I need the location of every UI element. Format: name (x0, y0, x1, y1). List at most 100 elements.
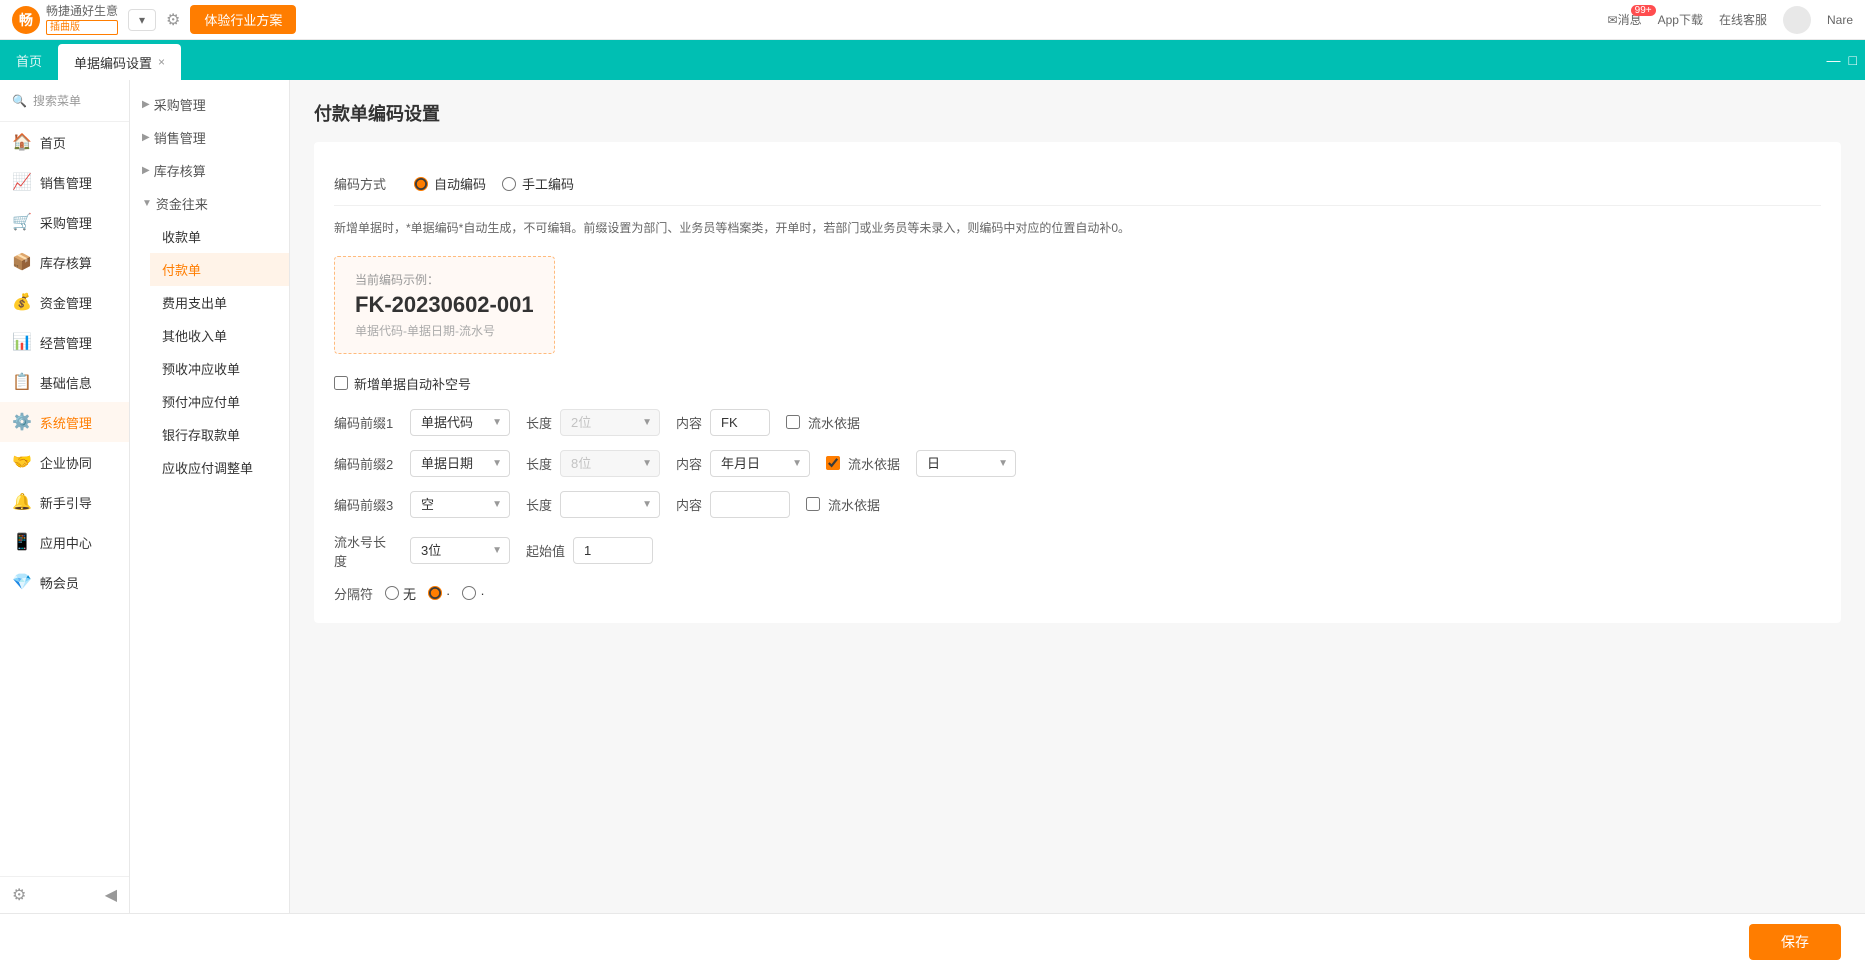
gear-button[interactable]: ⚙ (166, 10, 180, 30)
sidebar-bottom: ⚙ ◀ (0, 876, 129, 913)
sidebar-item-system[interactable]: ⚙️ 系统管理 (0, 402, 129, 442)
minimize-button[interactable]: — (1827, 52, 1841, 68)
tree-item-ap-adjust[interactable]: 应收应付调整单 (150, 451, 289, 484)
prefix3-length-wrap[interactable] (560, 491, 660, 518)
coding-method-row: 编码方式 自动编码 手工编码 (334, 162, 1821, 206)
basic-icon: 📋 (12, 372, 32, 392)
sep-none-radio[interactable] (385, 586, 399, 600)
settings-card: 编码方式 自动编码 手工编码 新增单据时，*单据编码*自动生成，不可编辑。前缀设… (314, 142, 1841, 623)
sidebar-item-apps[interactable]: 📱 应用中心 (0, 522, 129, 562)
content-area: ▶ 采购管理 ▶ 销售管理 ▶ 库存核算 ▼ 资金往来 收款单 付款单 (130, 80, 1865, 913)
tree-arrow-capital: ▼ (142, 198, 152, 209)
auto-code-option[interactable]: 自动编码 (414, 174, 486, 193)
top-bar-left: 畅 畅捷通好生意 插曲版 ▾ ⚙ 体验行业方案 (12, 4, 296, 35)
serial-length-select-wrap[interactable]: 3位 (410, 537, 510, 564)
settings-icon-button[interactable]: ⚙ (12, 885, 26, 905)
manual-code-option[interactable]: 手工编码 (502, 174, 574, 193)
prefix2-length-wrap[interactable]: 8位 (560, 450, 660, 477)
sidebar-item-basic[interactable]: 📋 基础信息 (0, 362, 129, 402)
tree-item-payment[interactable]: 付款单 (150, 253, 289, 286)
prefix2-content-wrap[interactable]: 年月日 (710, 450, 810, 477)
prefix2-content-group: 内容 年月日 (676, 450, 810, 477)
sidebar-item-operations[interactable]: 📊 经营管理 (0, 322, 129, 362)
sidebar-item-enterprise[interactable]: 🤝 企业协同 (0, 442, 129, 482)
prefix2-content-select[interactable]: 年月日 (710, 450, 810, 477)
logo-icon: 畅 (12, 6, 40, 34)
tab-close-icon[interactable]: × (158, 55, 165, 69)
prefix1-select[interactable]: 单据代码 (410, 409, 510, 436)
tree-item-inventory-calc[interactable]: ▶ 库存核算 (130, 154, 289, 187)
collapse-sidebar-button[interactable]: ◀ (105, 885, 117, 905)
prefix2-watermark-checkbox[interactable] (826, 456, 840, 470)
prefix2-unit-wrap[interactable]: 日 (916, 450, 1016, 477)
prefix3-content-input[interactable] (710, 491, 790, 518)
trial-button[interactable]: 体验行业方案 (190, 5, 296, 34)
tree-item-capital-flow[interactable]: ▼ 资金往来 (130, 187, 289, 220)
auto-fill-label: 新增单据自动补空号 (354, 374, 471, 393)
sidebar-item-vip[interactable]: 💎 畅会员 (0, 562, 129, 602)
dropdown-button[interactable]: ▾ (128, 9, 156, 31)
preview-code: FK-20230602-001 (355, 292, 534, 318)
prefix1-length-group: 长度 2位 (526, 409, 660, 436)
prefix3-watermark-checkbox[interactable] (806, 497, 820, 511)
sep-dash-radio[interactable] (462, 586, 476, 600)
prefix3-select[interactable]: 空 (410, 491, 510, 518)
message-badge-wrap[interactable]: ✉ 消息 99+ (1608, 11, 1642, 28)
prefix1-length-select[interactable]: 2位 (560, 409, 660, 436)
tree-item-prepay-receivable[interactable]: 预收冲应收单 (150, 352, 289, 385)
prefix2-select[interactable]: 单据日期 (410, 450, 510, 477)
prefix1-content-group: 内容 (676, 409, 770, 436)
prefix3-length-select[interactable] (560, 491, 660, 518)
tree-item-prepay-payable[interactable]: 预付冲应付单 (150, 385, 289, 418)
prefix2-select-wrap[interactable]: 单据日期 (410, 450, 510, 477)
logo: 畅 畅捷通好生意 插曲版 (12, 4, 118, 35)
prefix3-content-group: 内容 (676, 491, 790, 518)
sep-dash-option[interactable]: · (462, 586, 484, 601)
tab-home[interactable]: 首页 (0, 40, 58, 80)
serial-length-select[interactable]: 3位 (410, 537, 510, 564)
prefix1-watermark-checkbox[interactable] (786, 415, 800, 429)
enterprise-icon: 🤝 (12, 452, 32, 472)
home-icon: 🏠 (12, 132, 32, 152)
prefix2-length-select[interactable]: 8位 (560, 450, 660, 477)
tree-item-expense[interactable]: 费用支出单 (150, 286, 289, 319)
tab-coding-settings[interactable]: 单据编码设置 × (58, 44, 181, 80)
sep-none-option[interactable]: 无 (385, 584, 416, 603)
serial-start-input[interactable] (573, 537, 653, 564)
prefix3-select-wrap[interactable]: 空 (410, 491, 510, 518)
auto-fill-row: 新增单据自动补空号 (334, 374, 1821, 393)
user-avatar[interactable] (1783, 6, 1811, 34)
tree-item-receipt[interactable]: 收款单 (150, 220, 289, 253)
bottom-bar: 保存 (0, 913, 1865, 969)
sidebar-item-purchase[interactable]: 🛒 采购管理 (0, 202, 129, 242)
tree-item-sales-mgmt[interactable]: ▶ 销售管理 (130, 121, 289, 154)
auto-fill-checkbox[interactable] (334, 376, 348, 390)
nav-tabs-right: — □ (1827, 52, 1865, 68)
search-menu-button[interactable]: 🔍 搜索菜单 (8, 88, 85, 113)
save-button[interactable]: 保存 (1749, 924, 1841, 960)
prefix1-length-wrap[interactable]: 2位 (560, 409, 660, 436)
tree-item-purchase-mgmt[interactable]: ▶ 采购管理 (130, 88, 289, 121)
sidebar-item-sales[interactable]: 📈 销售管理 (0, 162, 129, 202)
auto-code-radio[interactable] (414, 177, 428, 191)
system-icon: ⚙️ (12, 412, 32, 432)
manual-code-radio[interactable] (502, 177, 516, 191)
logo-text: 畅捷通好生意 插曲版 (46, 4, 118, 35)
sep-dot-radio[interactable] (428, 586, 442, 600)
prefix1-label: 编码前缀1 (334, 413, 394, 432)
online-service-link[interactable]: 在线客服 (1719, 11, 1767, 28)
prefix1-select-wrap[interactable]: 单据代码 (410, 409, 510, 436)
prefix1-row: 编码前缀1 单据代码 长度 2位 (334, 409, 1821, 436)
prefix1-content-input[interactable] (710, 409, 770, 436)
tree-item-bank-deposit[interactable]: 银行存取款单 (150, 418, 289, 451)
prefix2-unit-select[interactable]: 日 (916, 450, 1016, 477)
expand-button[interactable]: □ (1849, 52, 1857, 68)
sidebar-item-finance[interactable]: 💰 资金管理 (0, 282, 129, 322)
sidebar-item-guide[interactable]: 🔔 新手引导 (0, 482, 129, 522)
coding-method-radio-group: 自动编码 手工编码 (414, 174, 574, 193)
app-download-link[interactable]: App下载 (1658, 11, 1703, 28)
sidebar-item-home[interactable]: 🏠 首页 (0, 122, 129, 162)
tree-item-other-income[interactable]: 其他收入单 (150, 319, 289, 352)
sep-dot-option[interactable]: · (428, 586, 450, 601)
sidebar-item-inventory[interactable]: 📦 库存核算 (0, 242, 129, 282)
